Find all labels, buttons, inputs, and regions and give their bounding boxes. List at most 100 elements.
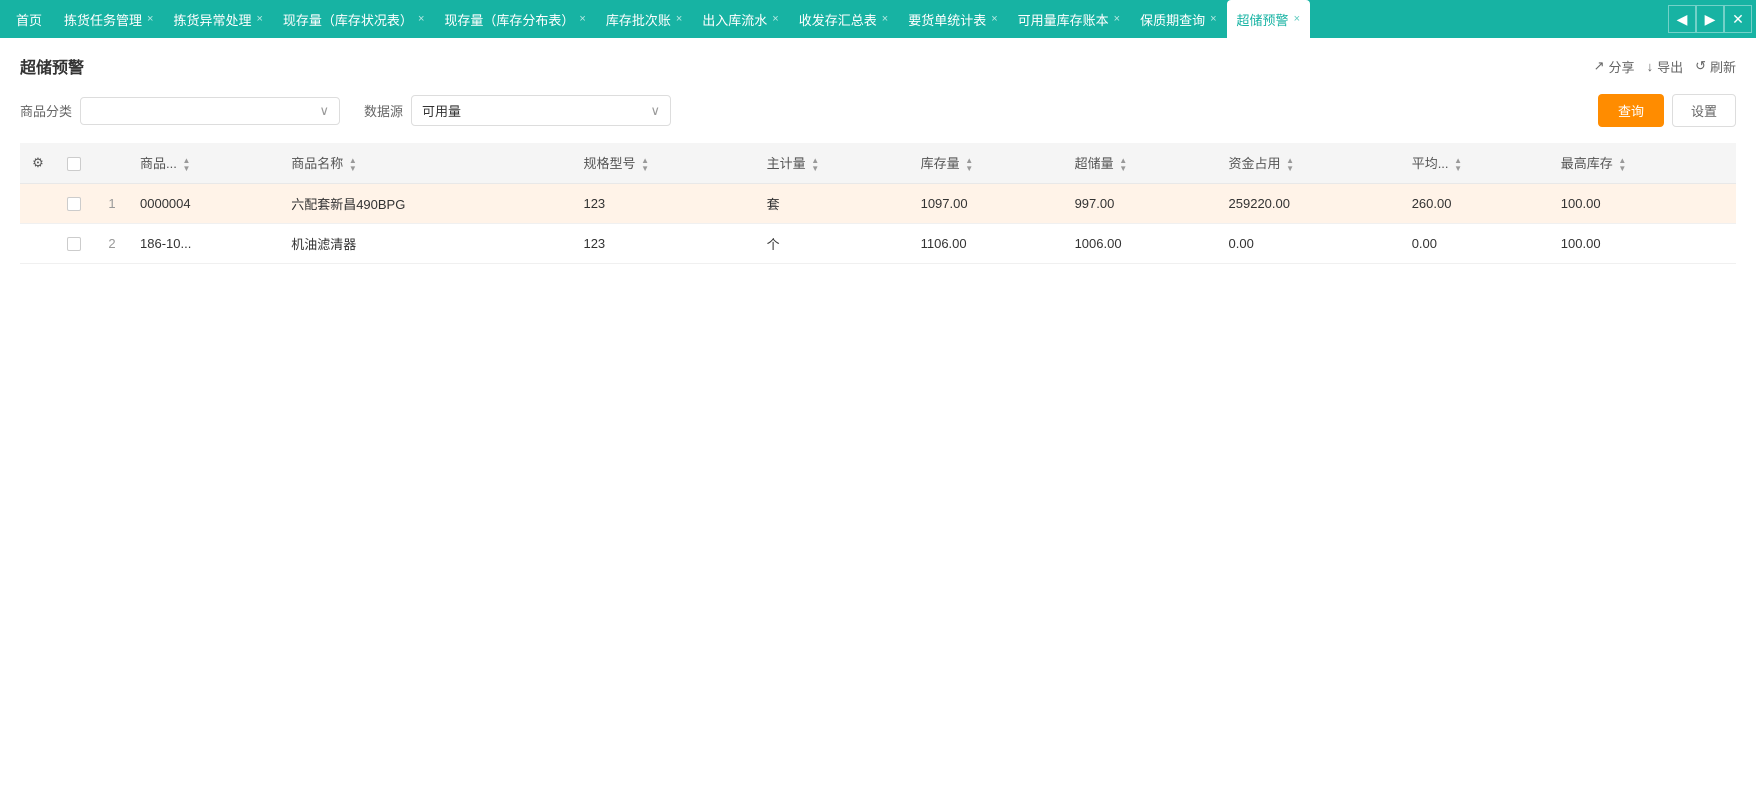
tab-close-icon[interactable]: × bbox=[882, 13, 888, 25]
refresh-icon: ↺ bbox=[1695, 58, 1706, 74]
page-header: 超储预警 ↗ 分享 ↓ 导出 ↺ 刷新 bbox=[20, 54, 1736, 78]
col-header-capital[interactable]: 资金占用 ▲▼ bbox=[1221, 143, 1404, 183]
row-settings-cell bbox=[20, 223, 56, 263]
nav-tabs: 拣货任务管理 × 拣货异常处理 × 现存量（库存状况表） × 现存量（库存分布表… bbox=[54, 0, 1310, 38]
row-index: 2 bbox=[92, 223, 132, 263]
col-header-stock[interactable]: 库存量 ▲▼ bbox=[913, 143, 1067, 183]
col-header-name[interactable]: 商品名称 ▲▼ bbox=[283, 143, 575, 183]
tab-close-icon[interactable]: × bbox=[418, 13, 424, 25]
row-code: 0000004 bbox=[132, 183, 283, 223]
table-row: 1 0000004 六配套新昌490BPG 123 套 1097.00 997.… bbox=[20, 183, 1736, 223]
nav-prev-button[interactable]: ◀ bbox=[1668, 5, 1696, 33]
row-stock: 1097.00 bbox=[913, 183, 1067, 223]
category-label: 商品分类 bbox=[20, 101, 72, 120]
row-spec: 123 bbox=[575, 183, 758, 223]
tab-close-icon[interactable]: × bbox=[1114, 13, 1120, 25]
row-checkbox[interactable] bbox=[67, 237, 81, 251]
col-header-index bbox=[92, 143, 132, 183]
col-header-avg[interactable]: 平均... ▲▼ bbox=[1404, 143, 1553, 183]
table-row: 2 186-10... 机油滤清器 123 个 1106.00 1006.00 … bbox=[20, 223, 1736, 263]
col-header-overstock[interactable]: 超储量 ▲▼ bbox=[1067, 143, 1221, 183]
row-maxstock: 100.00 bbox=[1553, 223, 1736, 263]
datasource-value: 可用量 bbox=[422, 101, 461, 120]
col-header-checkbox[interactable] bbox=[56, 143, 92, 183]
settings-button[interactable]: 设置 bbox=[1672, 94, 1736, 127]
datasource-label: 数据源 bbox=[364, 101, 403, 120]
query-button[interactable]: 查询 bbox=[1598, 94, 1664, 127]
row-stock: 1106.00 bbox=[913, 223, 1067, 263]
col-header-code[interactable]: 商品... ▲▼ bbox=[132, 143, 283, 183]
share-icon: ↗ bbox=[1594, 58, 1605, 74]
tab-close-icon[interactable]: × bbox=[147, 13, 153, 25]
tab-churuku-liushui[interactable]: 出入库流水 × bbox=[692, 0, 788, 38]
table-header-row: ⚙ 商品... ▲▼ 商品名称 ▲▼ 规格型号 ▲▼ bbox=[20, 143, 1736, 183]
row-unit: 套 bbox=[759, 183, 913, 223]
sort-icon: ▲▼ bbox=[641, 157, 649, 173]
filter-actions: 查询 设置 bbox=[1598, 94, 1736, 127]
row-settings-cell bbox=[20, 183, 56, 223]
tab-close-icon[interactable]: × bbox=[579, 13, 585, 25]
filter-bar: 商品分类 ∨ 数据源 可用量 ∨ 查询 设置 bbox=[20, 94, 1736, 127]
row-name: 机油滤清器 bbox=[283, 223, 575, 263]
filter-category: 商品分类 ∨ bbox=[20, 97, 340, 125]
select-all-checkbox[interactable] bbox=[67, 157, 81, 171]
tab-jianhuo-yichang[interactable]: 拣货异常处理 × bbox=[163, 0, 272, 38]
row-name: 六配套新昌490BPG bbox=[283, 183, 575, 223]
gear-icon: ⚙ bbox=[32, 155, 44, 170]
tab-close-icon[interactable]: × bbox=[256, 13, 262, 25]
tab-xiancunliang-fenbiao[interactable]: 现存量（库存分布表） × bbox=[434, 0, 595, 38]
tab-shoufacun[interactable]: 收发存汇总表 × bbox=[789, 0, 898, 38]
row-capital: 259220.00 bbox=[1221, 183, 1404, 223]
category-select[interactable]: ∨ bbox=[80, 97, 340, 125]
nav-home[interactable]: 首页 bbox=[4, 10, 54, 29]
col-header-settings[interactable]: ⚙ bbox=[20, 143, 56, 183]
tab-jianhuorenwu[interactable]: 拣货任务管理 × bbox=[54, 0, 163, 38]
chevron-down-icon: ∨ bbox=[320, 103, 330, 119]
col-header-unit[interactable]: 主计量 ▲▼ bbox=[759, 143, 913, 183]
tab-close-icon[interactable]: × bbox=[1210, 13, 1216, 25]
tab-close-icon[interactable]: × bbox=[772, 13, 778, 25]
row-code: 186-10... bbox=[132, 223, 283, 263]
tab-close-icon[interactable]: × bbox=[991, 13, 997, 25]
tab-chaochuyujing[interactable]: 超储预警 × bbox=[1227, 0, 1310, 38]
page-title: 超储预警 bbox=[20, 54, 84, 78]
row-avg: 0.00 bbox=[1404, 223, 1553, 263]
nav-arrows: ◀ ▶ ✕ bbox=[1668, 5, 1752, 33]
tab-yaohuo-tongji[interactable]: 要货单统计表 × bbox=[898, 0, 1007, 38]
col-header-maxstock[interactable]: 最高库存 ▲▼ bbox=[1553, 143, 1736, 183]
chevron-down-icon: ∨ bbox=[651, 103, 661, 119]
row-capital: 0.00 bbox=[1221, 223, 1404, 263]
sort-icon: ▲▼ bbox=[1454, 157, 1462, 173]
sort-icon: ▲▼ bbox=[811, 157, 819, 173]
main-content: 超储预警 ↗ 分享 ↓ 导出 ↺ 刷新 商品分类 ∨ 数据源 bbox=[0, 38, 1756, 800]
share-button[interactable]: ↗ 分享 bbox=[1594, 57, 1635, 76]
tab-close-icon[interactable]: × bbox=[676, 13, 682, 25]
tab-close-icon[interactable]: × bbox=[1294, 13, 1300, 25]
tab-baozhi-chaxun[interactable]: 保质期查询 × bbox=[1130, 0, 1226, 38]
col-header-spec[interactable]: 规格型号 ▲▼ bbox=[575, 143, 758, 183]
row-overstock: 997.00 bbox=[1067, 183, 1221, 223]
row-index: 1 bbox=[92, 183, 132, 223]
nav-close-all-button[interactable]: ✕ bbox=[1724, 5, 1752, 33]
data-table: ⚙ 商品... ▲▼ 商品名称 ▲▼ 规格型号 ▲▼ bbox=[20, 143, 1736, 264]
refresh-button[interactable]: ↺ 刷新 bbox=[1695, 57, 1736, 76]
row-unit: 个 bbox=[759, 223, 913, 263]
row-avg: 260.00 bbox=[1404, 183, 1553, 223]
tab-keyongliang[interactable]: 可用量库存账本 × bbox=[1008, 0, 1130, 38]
export-button[interactable]: ↓ 导出 bbox=[1647, 57, 1684, 76]
row-checkbox-cell[interactable] bbox=[56, 183, 92, 223]
sort-icon: ▲▼ bbox=[182, 157, 190, 173]
nav-next-button[interactable]: ▶ bbox=[1696, 5, 1724, 33]
sort-icon: ▲▼ bbox=[1618, 157, 1626, 173]
tab-kucun-pici[interactable]: 库存批次账 × bbox=[596, 0, 692, 38]
sort-icon: ▲▼ bbox=[349, 157, 357, 173]
tab-xiancunliang-kuaizhuang[interactable]: 现存量（库存状况表） × bbox=[273, 0, 434, 38]
row-spec: 123 bbox=[575, 223, 758, 263]
datasource-select[interactable]: 可用量 ∨ bbox=[411, 95, 671, 126]
sort-icon: ▲▼ bbox=[1119, 157, 1127, 173]
filter-datasource: 数据源 可用量 ∨ bbox=[364, 95, 671, 126]
row-checkbox-cell[interactable] bbox=[56, 223, 92, 263]
row-checkbox[interactable] bbox=[67, 197, 81, 211]
sort-icon: ▲▼ bbox=[1286, 157, 1294, 173]
export-icon: ↓ bbox=[1647, 59, 1654, 74]
